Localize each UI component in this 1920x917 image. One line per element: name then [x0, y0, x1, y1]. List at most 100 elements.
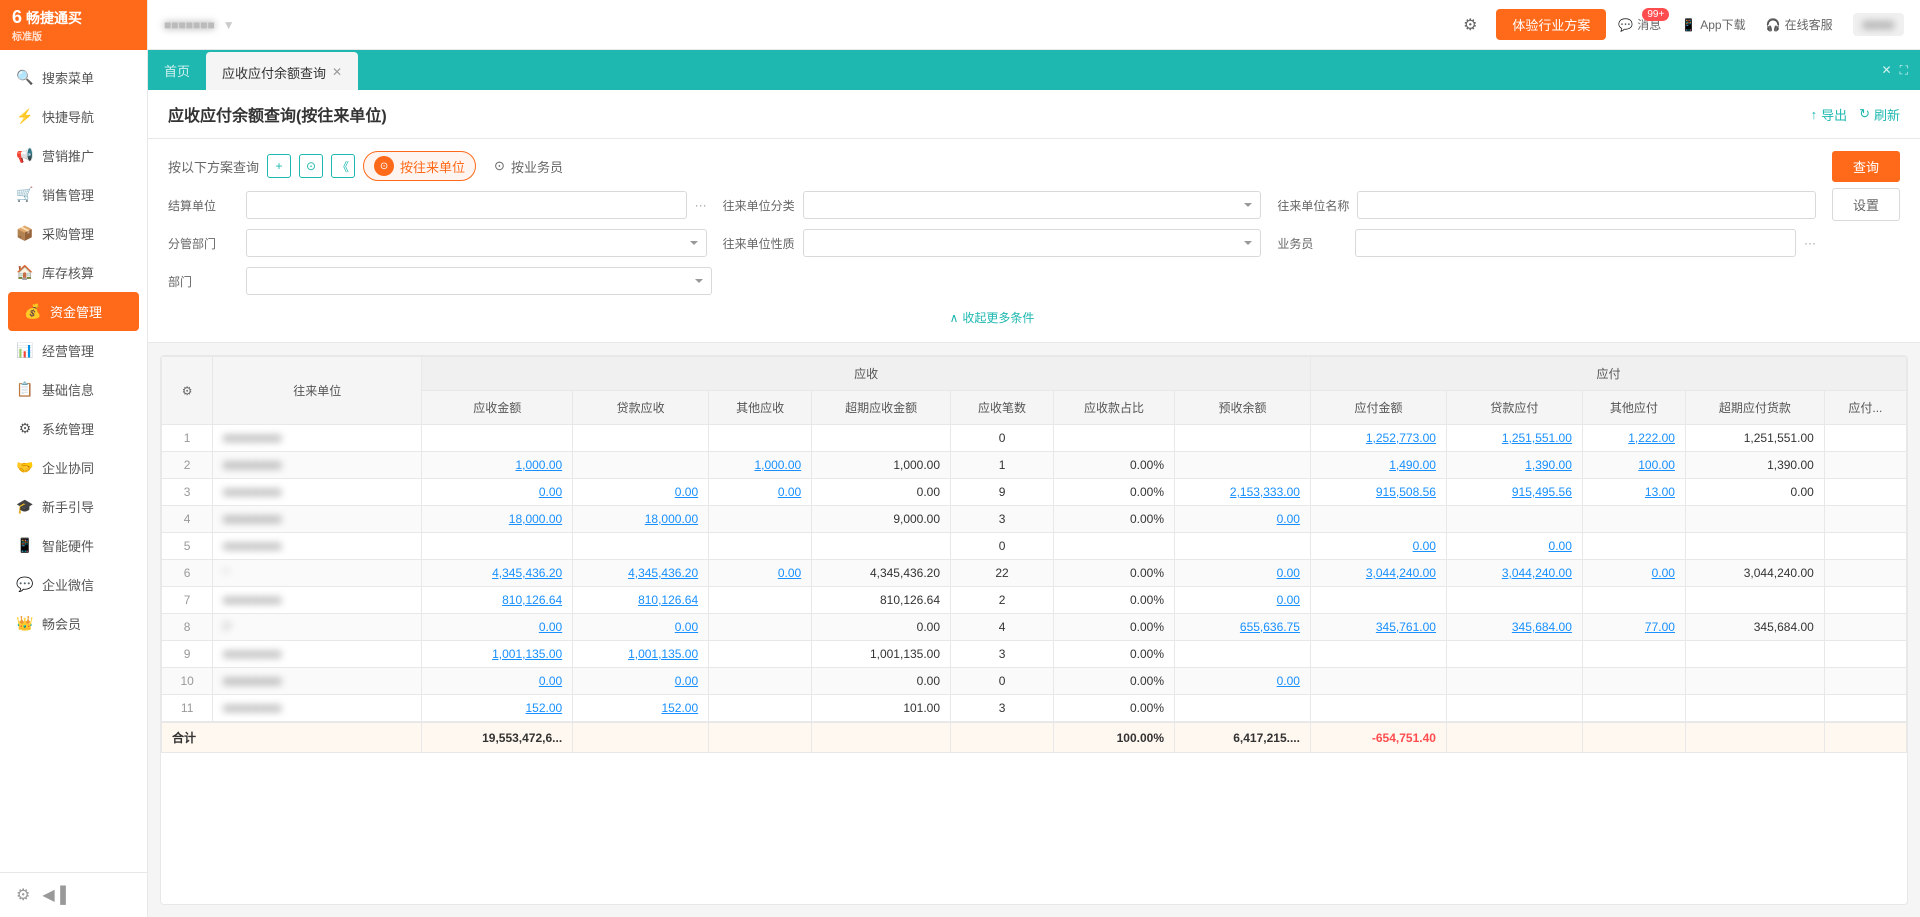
- tabbar: 首页 应收应付余额查询 ✕ ✕ ⛶: [148, 50, 1920, 90]
- sidebar-item-marketing[interactable]: 📢 营销推广: [0, 136, 147, 175]
- sidebar-label-marketing: 营销推广: [42, 146, 94, 165]
- wanglai-fenlei-select[interactable]: [803, 191, 1262, 219]
- app-download-button[interactable]: 📱 App下载: [1681, 16, 1745, 33]
- wanglai-xingzhi-select[interactable]: [803, 229, 1262, 257]
- footer-label: 合计: [162, 722, 422, 753]
- jiesuan-field: 结算单位 ···: [168, 191, 707, 219]
- vip-icon: 👑: [16, 615, 34, 633]
- footer-chaoqi: [812, 722, 951, 753]
- online-service-button[interactable]: 🎧 在线客服: [1766, 16, 1833, 33]
- sidebar-item-finance[interactable]: 💰 资金管理: [8, 292, 139, 331]
- yewuyuan-dots[interactable]: ···: [1804, 236, 1816, 250]
- sidebar-item-hardware[interactable]: 📱 智能硬件: [0, 526, 147, 565]
- sidebar-item-sales[interactable]: 🛒 销售管理: [0, 175, 147, 214]
- hardware-icon: 📱: [16, 537, 34, 555]
- operations-icon: 📊: [16, 342, 34, 360]
- sidebar-label-inventory: 库存核算: [42, 263, 94, 282]
- purchase-icon: 📦: [16, 225, 34, 243]
- tab-receivable[interactable]: 应收应付余额查询 ✕: [206, 52, 358, 92]
- sidebar-label-sales: 销售管理: [42, 185, 94, 204]
- collapse-sidebar-icon[interactable]: ◀▐: [42, 885, 66, 905]
- sidebar-item-operations[interactable]: 📊 经营管理: [0, 331, 147, 370]
- col-group-yingfu: 应付: [1310, 357, 1906, 391]
- table-wrapper[interactable]: ⚙ 往来单位 应收 应付 应收金额 贷款应收 其他应收 超期应收金额 应收笔数: [161, 356, 1907, 904]
- filter-area: 按以下方案查询 + ⊙ 《 ⊙ 按往来单位 ⊙ 按业务员: [148, 139, 1920, 343]
- filter-label: 按以下方案查询: [168, 157, 259, 176]
- partner-cell: ■■■■■■■■: [213, 641, 422, 668]
- sidebar-item-vip[interactable]: 👑 畅会员: [0, 604, 147, 643]
- quicknav-icon: ⚡: [16, 108, 34, 126]
- sidebar-item-purchase[interactable]: 📦 采购管理: [0, 214, 147, 253]
- fenguan-select[interactable]: [246, 229, 707, 257]
- add-filter-button[interactable]: +: [267, 154, 291, 178]
- filter-settings-button[interactable]: ⊙: [299, 154, 323, 178]
- guide-icon: 🎓: [16, 498, 34, 516]
- table-row: 2■■■■■■■■1,000.001,000.001,000.0010.00%1…: [162, 452, 1907, 479]
- sidebar-item-wechat[interactable]: 💬 企业微信: [0, 565, 147, 604]
- export-button[interactable]: ↑ 导出: [1811, 105, 1848, 124]
- tab-home[interactable]: 首页: [148, 50, 206, 90]
- filter-by-salesman[interactable]: ⊙ 按业务员: [484, 153, 573, 180]
- sidebar-menu: 🔍 搜索菜单 ⚡ 快捷导航 📢 营销推广 🛒 销售管理 📦 采购管理 🏠: [0, 50, 147, 872]
- table-row: 4■■■■■■■■18,000.0018,000.009,000.0030.00…: [162, 506, 1907, 533]
- col-qita-yingfu: 其他应付: [1582, 391, 1685, 425]
- footer-yingfu: -654,751.40: [1310, 722, 1446, 753]
- footer-extra: [1824, 722, 1906, 753]
- sidebar-label-finance: 资金管理: [50, 302, 102, 321]
- footer-qita-yingfu: [1582, 722, 1685, 753]
- export-icon: ↑: [1811, 107, 1818, 122]
- notice-icon: 💬: [1618, 18, 1633, 32]
- solution-button[interactable]: 体验行业方案: [1496, 9, 1606, 40]
- settings-gear-icon[interactable]: ⚙: [1456, 11, 1484, 39]
- collapse-filter-button[interactable]: ∧ 收起更多条件: [168, 305, 1816, 330]
- col-gear[interactable]: ⚙: [162, 357, 213, 425]
- settings-bottom-icon[interactable]: ⚙: [16, 885, 30, 905]
- sidebar-label-system: 系统管理: [42, 419, 94, 438]
- sidebar-item-collab[interactable]: 🤝 企业协同: [0, 448, 147, 487]
- page-title: 应收应付余额查询(按往来单位): [168, 102, 387, 126]
- jiesuan-input[interactable]: [246, 191, 687, 219]
- col-chaoqi-yingfu: 超期应付货款: [1685, 391, 1824, 425]
- sidebar-item-system[interactable]: ⚙ 系统管理: [0, 409, 147, 448]
- wanglai-mingcheng-input[interactable]: [1357, 191, 1816, 219]
- collapse-icon: ∧: [950, 311, 959, 325]
- tab-close-window-icon[interactable]: ✕: [1882, 63, 1892, 77]
- filter-collapse-button[interactable]: 《: [331, 154, 355, 178]
- sidebar-label-guide: 新手引导: [42, 497, 94, 516]
- jiesuan-dots[interactable]: ···: [695, 198, 707, 212]
- col-yingshou-zhanbi: 应收款占比: [1054, 391, 1175, 425]
- partner-cell: ■■■■■■■■: [213, 587, 422, 614]
- tab-close-icon[interactable]: ✕: [332, 65, 342, 79]
- col-yufu-balance: 预收余额: [1175, 391, 1311, 425]
- filter-settings-btn[interactable]: 设置: [1832, 188, 1900, 221]
- yewuyuan-input[interactable]: [1355, 229, 1796, 257]
- fenguan-field: 分管部门: [168, 229, 707, 257]
- user-avatar[interactable]: ■■■■: [1853, 13, 1904, 36]
- footer-count: [951, 722, 1054, 753]
- tab-fullscreen-icon[interactable]: ⛶: [1900, 63, 1908, 78]
- table-row: 1■■■■■■■■01,252,773.001,251,551.001,222.…: [162, 425, 1907, 452]
- download-icon: 📱: [1681, 18, 1696, 32]
- sidebar-item-inventory[interactable]: 🏠 库存核算: [0, 253, 147, 292]
- sidebar-item-search[interactable]: 🔍 搜索菜单: [0, 58, 147, 97]
- sidebar-label-search: 搜索菜单: [42, 68, 94, 87]
- sidebar-bottom: ⚙ ◀▐: [0, 872, 147, 917]
- query-button[interactable]: 查询: [1832, 151, 1900, 182]
- sidebar-label-quicknav: 快捷导航: [42, 107, 94, 126]
- main-area: ■■■■■■■ ▼ ⚙ 体验行业方案 💬 消息 99+ 📱 App下载 🎧 在线…: [148, 0, 1920, 917]
- notice-button[interactable]: 💬 消息 99+: [1618, 16, 1661, 33]
- refresh-button[interactable]: ↻ 刷新: [1859, 105, 1900, 124]
- sidebar-item-basicinfo[interactable]: 📋 基础信息: [0, 370, 147, 409]
- col-yingshou-amount: 应收金额: [422, 391, 573, 425]
- sidebar-label-basicinfo: 基础信息: [42, 380, 94, 399]
- sidebar-item-guide[interactable]: 🎓 新手引导: [0, 487, 147, 526]
- bumen-select[interactable]: [246, 267, 712, 295]
- partner-cell: ^: [213, 560, 422, 587]
- partner-cell: ■■■■■■■■: [213, 533, 422, 560]
- partner-filter-icon: ⊙: [374, 156, 394, 176]
- sidebar-item-quicknav[interactable]: ⚡ 快捷导航: [0, 97, 147, 136]
- topbar: ■■■■■■■ ▼ ⚙ 体验行业方案 💬 消息 99+ 📱 App下载 🎧 在线…: [148, 0, 1920, 50]
- filter-by-partner[interactable]: ⊙ 按往来单位: [363, 151, 476, 181]
- footer-zhanbi: 100.00%: [1054, 722, 1175, 753]
- col-chaoqi-yingshou: 超期应收金额: [812, 391, 951, 425]
